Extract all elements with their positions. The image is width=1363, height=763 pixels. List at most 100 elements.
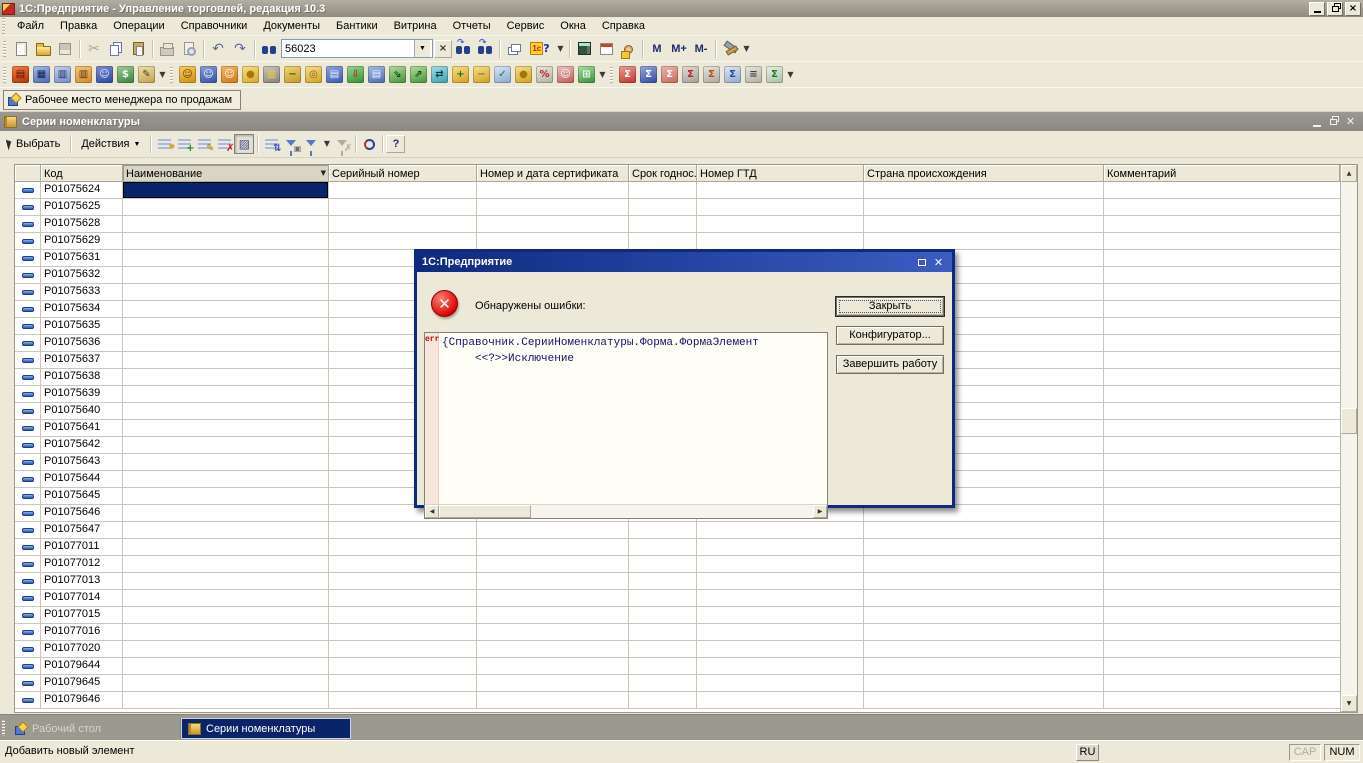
gtd-cell[interactable]	[697, 607, 864, 624]
price-update-icon[interactable]: ⇄	[431, 66, 448, 83]
name-cell[interactable]	[123, 607, 329, 624]
shelf-life-cell[interactable]	[629, 573, 697, 590]
search-input[interactable]	[282, 41, 414, 56]
comment-cell[interactable]	[1104, 505, 1340, 522]
row-marker-cell[interactable]	[15, 216, 41, 233]
find-button[interactable]	[258, 39, 280, 59]
gtd-cell[interactable]	[697, 539, 864, 556]
memory-plus-button[interactable]: M+	[668, 39, 690, 59]
refresh-button[interactable]	[359, 134, 379, 154]
report-list-icon[interactable]: ≡	[745, 66, 762, 83]
shelf-life-cell[interactable]	[629, 607, 697, 624]
row-marker-cell[interactable]	[15, 284, 41, 301]
scroll-right-button[interactable]: ▶	[813, 505, 827, 518]
menu-windows[interactable]: Окна	[552, 18, 594, 34]
row-marker-cell[interactable]	[15, 233, 41, 250]
report-stock-icon[interactable]: Σ	[682, 66, 699, 83]
serial-cell[interactable]	[329, 658, 477, 675]
header-code[interactable]: Код	[41, 165, 123, 182]
name-cell[interactable]	[123, 437, 329, 454]
menu-help[interactable]: Справка	[594, 18, 653, 34]
windows-list-button[interactable]	[503, 39, 525, 59]
code-cell[interactable]: P01075636	[41, 335, 123, 352]
code-cell[interactable]: P01079644	[41, 658, 123, 675]
seller-terminal-orange-icon[interactable]: ☺	[221, 66, 238, 83]
serial-cell[interactable]	[329, 539, 477, 556]
name-cell[interactable]	[123, 488, 329, 505]
shelf-life-cell[interactable]	[629, 182, 697, 199]
shelf-life-cell[interactable]	[629, 233, 697, 250]
menu-catalogs[interactable]: Справочники	[173, 18, 256, 34]
table-row[interactable]: P01077015	[15, 607, 1340, 624]
dialog-close-button[interactable]: ✕	[930, 255, 947, 270]
code-cell[interactable]: P01077020	[41, 641, 123, 658]
row-marker-cell[interactable]	[15, 590, 41, 607]
scroll-down-button[interactable]: ▼	[1341, 695, 1357, 712]
row-marker-cell[interactable]	[15, 522, 41, 539]
country-cell[interactable]	[864, 641, 1104, 658]
code-cell[interactable]: P01075629	[41, 233, 123, 250]
row-marker-cell[interactable]	[15, 539, 41, 556]
code-cell[interactable]: P01075633	[41, 284, 123, 301]
save-button[interactable]	[54, 39, 76, 59]
serial-cell[interactable]	[329, 573, 477, 590]
certificate-cell[interactable]	[477, 199, 629, 216]
report-customers-icon[interactable]: Σ	[661, 66, 678, 83]
country-cell[interactable]	[864, 233, 1104, 250]
country-cell[interactable]	[864, 522, 1104, 539]
row-marker-cell[interactable]	[15, 250, 41, 267]
menu-service[interactable]: Сервис	[499, 18, 553, 34]
shelf-life-cell[interactable]	[629, 556, 697, 573]
copy-item-button[interactable]: +	[174, 134, 194, 154]
menu-bantiki[interactable]: Бантики	[328, 18, 386, 34]
row-marker-cell[interactable]	[15, 658, 41, 675]
comment-cell[interactable]	[1104, 454, 1340, 471]
certificate-cell[interactable]	[477, 624, 629, 641]
money-scales-icon[interactable]: $	[117, 66, 134, 83]
name-cell[interactable]	[123, 658, 329, 675]
comment-cell[interactable]	[1104, 233, 1340, 250]
serial-cell[interactable]	[329, 590, 477, 607]
row-marker-cell[interactable]	[15, 573, 41, 590]
cash-register-edit-icon[interactable]: ✎	[138, 66, 155, 83]
shelf-life-cell[interactable]	[629, 216, 697, 233]
country-cell[interactable]	[864, 216, 1104, 233]
code-cell[interactable]: P01075641	[41, 420, 123, 437]
row-marker-cell[interactable]	[15, 318, 41, 335]
certificate-cell[interactable]	[477, 216, 629, 233]
code-cell[interactable]: P01077014	[41, 590, 123, 607]
calculator-button[interactable]	[573, 39, 595, 59]
name-cell[interactable]	[123, 318, 329, 335]
menu-grip[interactable]	[2, 18, 5, 34]
table-row[interactable]: P01077020	[15, 641, 1340, 658]
shelf-life-cell[interactable]	[629, 692, 697, 709]
serial-cell[interactable]	[329, 216, 477, 233]
table-row[interactable]: P01075625	[15, 199, 1340, 216]
coins-icon[interactable]: ●	[242, 66, 259, 83]
goods-out-icon[interactable]: ⇗	[410, 66, 427, 83]
row-marker-cell[interactable]	[15, 624, 41, 641]
cash-register-icon[interactable]: ▤	[12, 66, 29, 83]
name-cell[interactable]	[123, 284, 329, 301]
name-cell[interactable]	[123, 420, 329, 437]
code-cell[interactable]: P01079645	[41, 675, 123, 692]
comment-cell[interactable]	[1104, 386, 1340, 403]
counterparties-icon[interactable]: ☺	[96, 66, 113, 83]
gtd-cell[interactable]	[697, 233, 864, 250]
comment-cell[interactable]	[1104, 573, 1340, 590]
country-cell[interactable]	[864, 590, 1104, 607]
row-marker-cell[interactable]	[15, 471, 41, 488]
code-cell[interactable]: P01075624	[41, 182, 123, 199]
row-marker-cell[interactable]	[15, 386, 41, 403]
code-cell[interactable]: P01075632	[41, 267, 123, 284]
code-cell[interactable]: P01075640	[41, 403, 123, 420]
row-marker-cell[interactable]	[15, 335, 41, 352]
dialog-maximize-button[interactable]	[913, 255, 930, 270]
cut-button[interactable]: ✂	[83, 39, 105, 59]
name-cell[interactable]	[123, 403, 329, 420]
serial-cell[interactable]	[329, 692, 477, 709]
code-cell[interactable]: P01075628	[41, 216, 123, 233]
toolbar2-grip[interactable]	[3, 66, 6, 83]
comment-cell[interactable]	[1104, 420, 1340, 437]
comment-cell[interactable]	[1104, 624, 1340, 641]
